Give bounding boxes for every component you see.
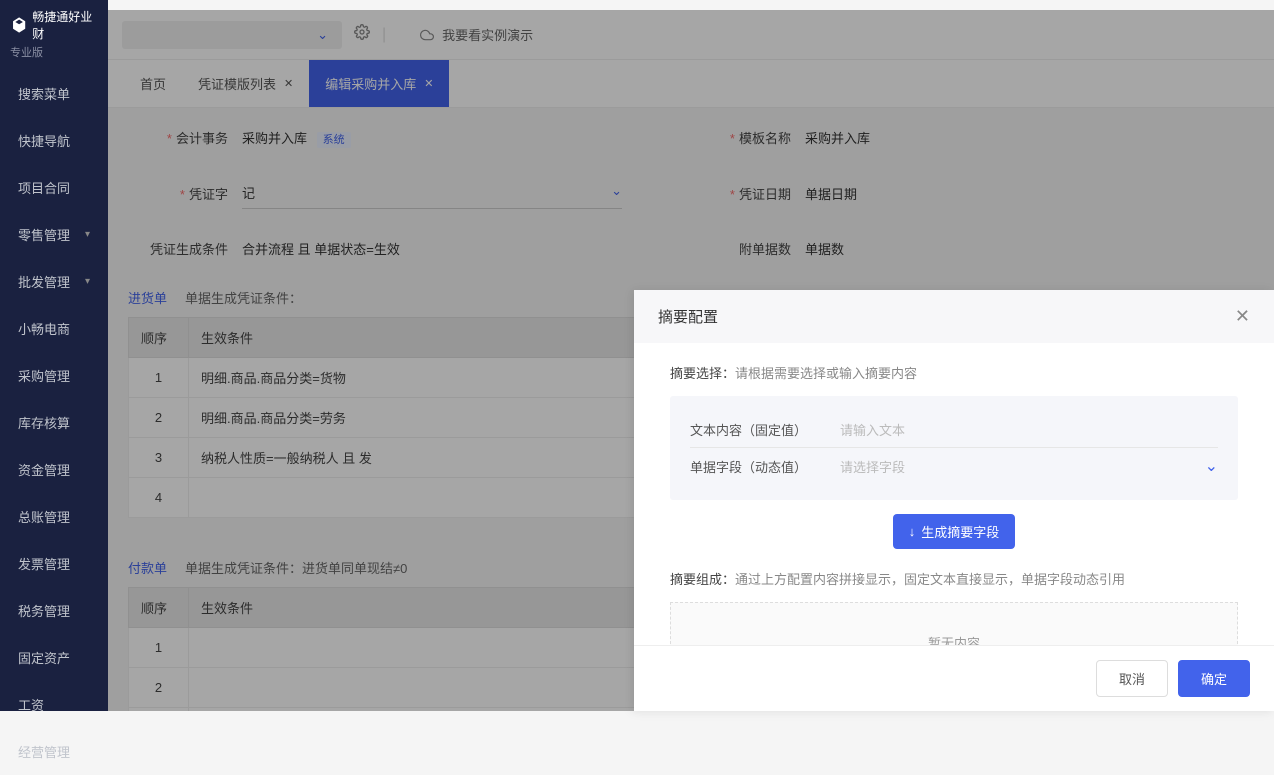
select-hint-text: 请根据需要选择或输入摘要内容: [735, 366, 917, 381]
sidebar-item-12[interactable]: 固定资产: [0, 634, 108, 681]
brand-name: 畅捷通好业财: [32, 8, 98, 42]
cancel-button[interactable]: 取消: [1096, 660, 1168, 697]
fixed-text-input[interactable]: 请输入文本: [840, 420, 1218, 439]
config-box: 文本内容（固定值） 请输入文本 单据字段（动态值） 请选择字段 ⌄: [670, 396, 1238, 500]
brand-edition: 专业版: [0, 44, 108, 70]
sidebar-item-10[interactable]: 发票管理: [0, 540, 108, 587]
sidebar-item-2[interactable]: 项目合同: [0, 164, 108, 211]
dynamic-field-label: 单据字段（动态值）: [690, 457, 840, 476]
empty-content: 暂无内容: [670, 602, 1238, 645]
sidebar-item-11[interactable]: 税务管理: [0, 587, 108, 634]
compose-hint-label: 摘要组成：: [670, 572, 735, 587]
chevron-down-icon: ▾: [85, 229, 90, 240]
sidebar-item-7[interactable]: 库存核算: [0, 399, 108, 446]
logo-icon: [10, 15, 28, 35]
sidebar-item-14[interactable]: 经营管理: [0, 728, 108, 775]
sidebar-item-3[interactable]: 零售管理▾: [0, 211, 108, 258]
chevron-down-icon: ▾: [85, 276, 90, 287]
fixed-text-label: 文本内容（固定值）: [690, 420, 840, 439]
sidebar: 畅捷通好业财 专业版 搜索菜单快捷导航项目合同零售管理▾批发管理▾小畅电商采购管…: [0, 0, 108, 711]
sidebar-item-9[interactable]: 总账管理: [0, 493, 108, 540]
dynamic-field-select[interactable]: 请选择字段: [840, 457, 1205, 476]
brand-logo: 畅捷通好业财: [0, 0, 108, 44]
sidebar-item-0[interactable]: 搜索菜单: [0, 70, 108, 117]
summary-config-modal: 摘要配置 ✕ 摘要选择：请根据需要选择或输入摘要内容 文本内容（固定值） 请输入…: [634, 290, 1274, 711]
modal-title: 摘要配置: [658, 306, 718, 327]
sidebar-item-8[interactable]: 资金管理: [0, 446, 108, 493]
select-hint-label: 摘要选择：: [670, 366, 735, 381]
close-icon[interactable]: ✕: [1235, 306, 1250, 327]
compose-hint-text: 通过上方配置内容拼接显示，固定文本直接显示，单据字段动态引用: [735, 572, 1125, 587]
generate-summary-button[interactable]: ↓ 生成摘要字段: [893, 514, 1016, 549]
sidebar-item-4[interactable]: 批发管理▾: [0, 258, 108, 305]
sidebar-item-6[interactable]: 采购管理: [0, 352, 108, 399]
sidebar-item-1[interactable]: 快捷导航: [0, 117, 108, 164]
confirm-button[interactable]: 确定: [1178, 660, 1250, 697]
download-icon: ↓: [909, 524, 916, 539]
sidebar-item-13[interactable]: 工资: [0, 681, 108, 728]
chevron-down-icon: ⌄: [1205, 456, 1218, 476]
sidebar-item-5[interactable]: 小畅电商: [0, 305, 108, 352]
